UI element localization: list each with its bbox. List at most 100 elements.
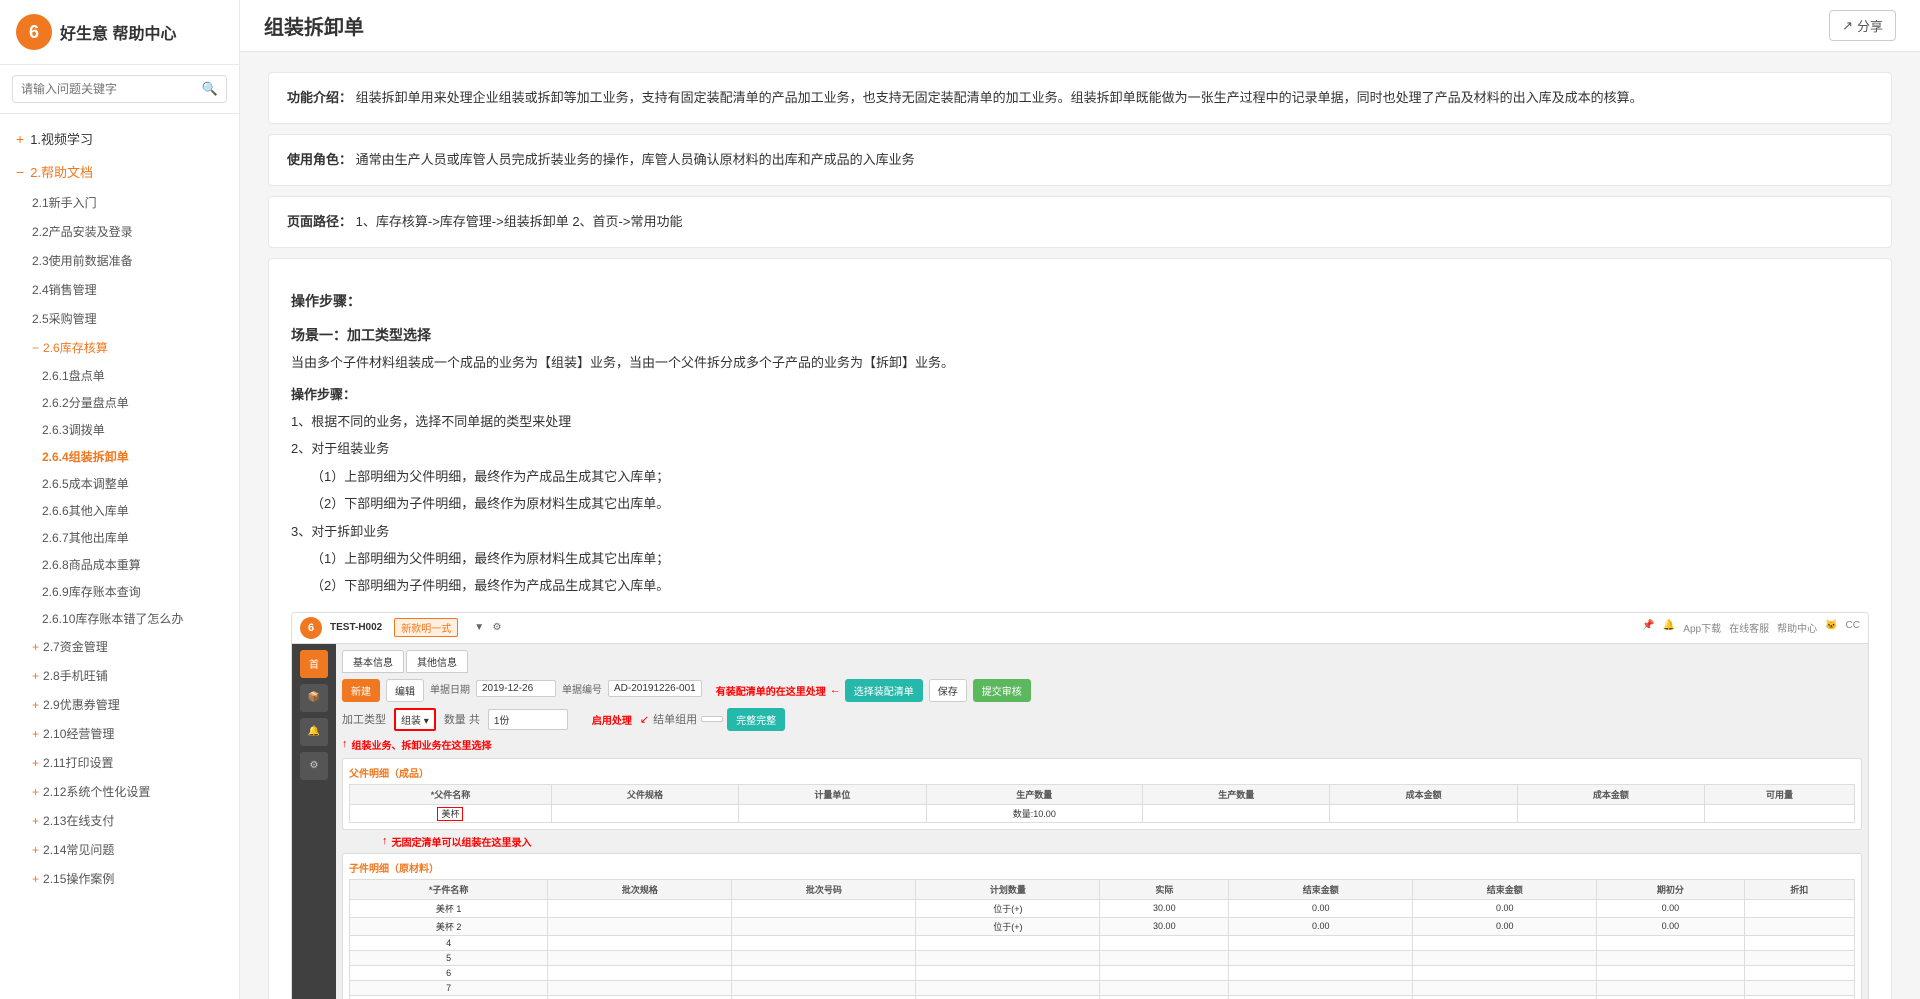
sidebar: 6 好生意 帮助中心 🔍 + 1.视频学习 − 2.帮助文档 2.1新手入门 2… — [0, 0, 240, 999]
plus-icon-faq: + — [32, 843, 39, 857]
sidebar-item-ledger[interactable]: 2.6.9库存账本查询 — [0, 578, 239, 605]
sim-th-parent-spec: 父件规格 — [551, 784, 738, 804]
role-text: 使用角色： 通常由生产人员或库管人员完成折装业务的操作，库管人员确认原材料的出库… — [287, 149, 1873, 171]
sim-th-cost1: 成本金额 — [1330, 784, 1517, 804]
minus-icon-inventory: − — [32, 341, 39, 355]
sidebar-item-assembly[interactable]: 2.6.4组装拆卸单 — [0, 443, 239, 470]
minus-icon: − — [16, 164, 24, 180]
sim-top-table: *父件名称 父件规格 计量单位 生产数量 生产数量 成本金额 成本金额 可用量 — [349, 784, 1855, 823]
sim-enable-input[interactable] — [701, 716, 723, 722]
search-input[interactable] — [21, 82, 202, 96]
sidebar-item-sales[interactable]: 2.4销售管理 — [0, 275, 239, 304]
sidebar-item-purchase[interactable]: 2.5采购管理 — [0, 304, 239, 333]
sim-sidebar-icon-home: 首 — [300, 650, 328, 678]
sim-sidebar-icon-1: 📦 — [300, 684, 328, 712]
screenshot-wrapper: 6 TEST-H002 新款明一式 ▼ ⚙ 📌🔔App下载在线客服帮助中心🐱CC… — [291, 612, 1869, 999]
sim-bottom-section-title: 子件明细（原材料） — [349, 860, 1855, 875]
sidebar-item-cost-adjust[interactable]: 2.6.5成本调整单 — [0, 470, 239, 497]
sim-qty-label: 数量 共 — [444, 711, 480, 727]
sidebar-item-install[interactable]: 2.2产品安装及登录 — [0, 217, 239, 246]
path-card: 页面路径： 1、库存核算->库存管理->组装拆卸单 2、首页->常用功能 — [268, 196, 1892, 248]
sim-qty-input[interactable]: 1份 — [488, 709, 568, 730]
sidebar-item-stocktake[interactable]: 2.6.1盘点单 — [0, 362, 239, 389]
sim-date-input[interactable]: 2019-12-26 — [476, 680, 556, 697]
sidebar-item-data-prep[interactable]: 2.3使用前数据准备 — [0, 246, 239, 275]
sim-type-select[interactable]: 组装 ▾ — [394, 708, 436, 731]
sim-btn-complete[interactable]: 完整完整 — [727, 708, 785, 731]
sidebar-item-new-user[interactable]: 2.1新手入门 — [0, 188, 239, 217]
sim-btn-new[interactable]: 新建 — [342, 679, 380, 702]
sidebar-item-cases[interactable]: + 2.15操作案例 — [0, 864, 239, 893]
content-area: 功能介绍： 组装拆卸单用来处理企业组装或拆卸等加工业务，支持有固定装配清单的产品… — [240, 52, 1920, 999]
annotation-bom-text: 有装配清单的在这里处理 — [716, 683, 826, 698]
sim-btn-bom[interactable]: 选择装配清单 — [845, 679, 923, 702]
table-footer-row: 合计 89.00 0.00 0.00 0.00 — [350, 995, 1855, 999]
sidebar-item-faq[interactable]: + 2.14常见问题 — [0, 835, 239, 864]
logo-text: 好生意 帮助中心 — [60, 20, 176, 44]
sim-td-avail — [1705, 804, 1855, 822]
sim-bth-plan: 计划数量 — [916, 879, 1100, 899]
table-row: 4 — [350, 935, 1855, 950]
sim-th-parent-name: *父件名称 — [350, 784, 552, 804]
table-row: 5 — [350, 950, 1855, 965]
sidebar-item-videos[interactable]: + 1.视频学习 — [0, 122, 239, 155]
sidebar-item-partial-stocktake[interactable]: 2.6.2分量盘点单 — [0, 389, 239, 416]
share-icon: ↗ — [1842, 18, 1853, 34]
sim-screenshot: 6 TEST-H002 新款明一式 ▼ ⚙ 📌🔔App下载在线客服帮助中心🐱CC… — [292, 613, 1868, 999]
sim-td-pq2 — [1143, 804, 1330, 822]
sidebar-item-other-out[interactable]: 2.6.7其他出库单 — [0, 524, 239, 551]
sim-header-icons: 📌🔔App下载在线客服帮助中心🐱CC — [1642, 620, 1860, 635]
sim-bth-batchno: 批次号码 — [732, 879, 916, 899]
sidebar-item-mobile[interactable]: + 2.8手机旺铺 — [0, 661, 239, 690]
annotation-bom-arrow: ← — [830, 684, 841, 696]
sim-bth-end2: 结束金额 — [1413, 879, 1597, 899]
step2-1: （1）上部明细为父件明细，最终作为产成品生成其它入库单； — [311, 465, 1869, 488]
plus-icon-ops: + — [32, 727, 39, 741]
sidebar-item-coupon[interactable]: + 2.9优惠券管理 — [0, 690, 239, 719]
sidebar-item-docs[interactable]: − 2.帮助文档 — [0, 155, 239, 188]
sidebar-item-ledger-fix[interactable]: 2.6.10库存账本错了怎么办 — [0, 605, 239, 632]
sim-num-label: 单据编号 — [562, 681, 602, 696]
sim-annotation-bom: 有装配清单的在这里处理 ← 选择装配清单 — [716, 679, 923, 702]
role-card: 使用角色： 通常由生产人员或库管人员完成折装业务的操作，库管人员确认原材料的出库… — [268, 134, 1892, 186]
sim-body: 首 📦 🔔 ⚙ 基本信息 其他信息 — [292, 644, 1868, 999]
sim-btn-edit[interactable]: 编辑 — [386, 679, 424, 702]
sidebar-item-transfer[interactable]: 2.6.3调拨单 — [0, 416, 239, 443]
table-row: 美杯 数量:10.00 — [350, 804, 1855, 822]
sim-tab-bar: 基本信息 其他信息 — [342, 650, 1862, 673]
step3: 3、对于拆卸业务 — [291, 520, 1869, 543]
sim-td-c1 — [1330, 804, 1517, 822]
sidebar-item-finance[interactable]: + 2.7资金管理 — [0, 632, 239, 661]
annotation-nofixed-arrow: ↑ — [382, 835, 388, 847]
sim-num-input[interactable]: AD-20191226-001 — [608, 680, 702, 697]
sim-sidebar-icon-3: ⚙ — [300, 752, 328, 780]
sidebar-item-other-in[interactable]: 2.6.6其他入库单 — [0, 497, 239, 524]
sidebar-item-inventory[interactable]: − 2.6库存核算 — [0, 333, 239, 362]
search-icon[interactable]: 🔍 — [202, 81, 218, 97]
annotation-enable-text: 启用处理 — [592, 712, 632, 727]
sim-tab-basic[interactable]: 基本信息 — [342, 650, 404, 673]
sim-btn-save[interactable]: 保存 — [929, 679, 967, 702]
sim-top-section: 父件明细（成品） *父件名称 父件规格 计量单位 生产数量 生产数 — [342, 758, 1862, 830]
annotation-enable-arrow: ↙ — [640, 713, 649, 726]
sim-th-unit: 计量单位 — [739, 784, 926, 804]
share-button[interactable]: ↗ 分享 — [1829, 10, 1896, 41]
table-row: 7 — [350, 980, 1855, 995]
sidebar-item-operations[interactable]: + 2.10经营管理 — [0, 719, 239, 748]
sidebar-item-online-pay[interactable]: + 2.13在线支付 — [0, 806, 239, 835]
sim-tab-other[interactable]: 其他信息 — [406, 650, 468, 673]
plus-icon-cases: + — [32, 872, 39, 886]
sim-th-avail: 可用量 — [1705, 784, 1855, 804]
table-row: 美杯 1 位于(+) 30.00 0.00 0.00 0.00 — [350, 899, 1855, 917]
search-box[interactable]: 🔍 — [12, 75, 227, 103]
sidebar-item-cost-recalc[interactable]: 2.6.8商品成本重算 — [0, 551, 239, 578]
step2: 2、对于组装业务 — [291, 437, 1869, 460]
sidebar-item-print[interactable]: + 2.11打印设置 — [0, 748, 239, 777]
path-text: 页面路径： 1、库存核算->库存管理->组装拆卸单 2、首页->常用功能 — [287, 211, 1873, 233]
sim-btn-submit[interactable]: 提交审核 — [973, 679, 1031, 702]
sim-sidebar: 首 📦 🔔 ⚙ — [292, 644, 336, 999]
sim-breadcrumb: ▼ ⚙ — [474, 622, 1634, 633]
scene1-heading: 场景一：加工类型选择 — [291, 325, 1869, 345]
sim-new-btn: 新款明一式 — [394, 618, 458, 637]
sidebar-item-custom[interactable]: + 2.12系统个性化设置 — [0, 777, 239, 806]
